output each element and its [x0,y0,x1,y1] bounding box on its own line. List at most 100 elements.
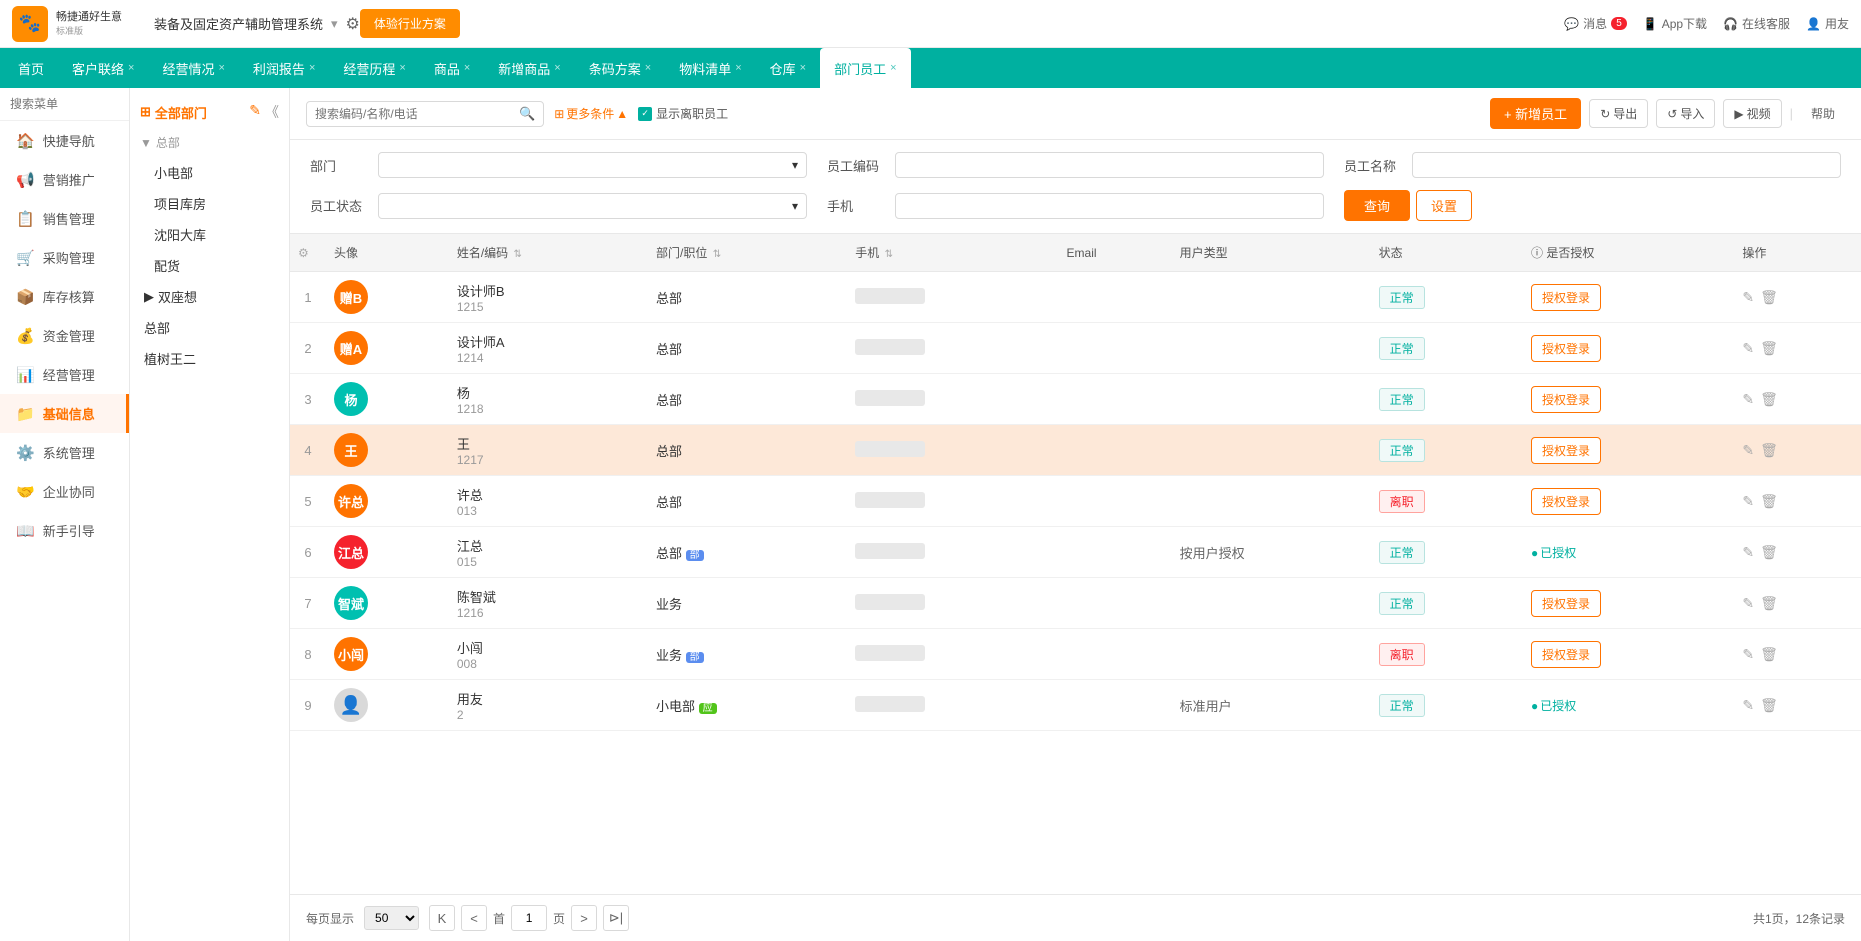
tree-item-distribution[interactable]: 配货 [130,250,289,281]
sidebar-search-input[interactable] [10,97,130,111]
app-download-btn[interactable]: 📱 App下载 [1643,15,1707,32]
close-icon[interactable]: × [645,62,651,74]
sidebar-item-system[interactable]: ⚙️ 系统管理 [0,433,129,472]
auth-login-button[interactable]: 授权登录 [1531,437,1601,464]
delete-icon[interactable]: 🗑 [1760,340,1778,357]
delete-icon[interactable]: 🗑 [1760,595,1778,612]
col-settings-header[interactable]: ⚙ [290,234,326,272]
close-icon-dept[interactable]: × [890,62,896,74]
col-phone[interactable]: 手机 ⇅ [847,234,1058,272]
nav-tab-goods[interactable]: 商品 × [420,48,484,88]
nav-tab-home[interactable]: 首页 [4,48,58,88]
view-button[interactable]: ▶ 视频 [1723,99,1781,128]
per-page-select[interactable]: 50 100 [364,906,419,930]
delete-icon[interactable]: 🗑 [1760,697,1778,714]
dept-select[interactable]: ▾ [378,152,807,178]
search-input[interactable] [315,107,515,121]
edit-icon[interactable]: ✎ [1742,544,1754,561]
show-resigned-checkbox[interactable]: ✓ [638,107,652,121]
page-number-input[interactable] [511,905,547,931]
nav-tab-operation-status[interactable]: 经营情况 × [148,48,238,88]
tree-item-expand-double[interactable]: ▶ 双座想 [130,281,289,312]
close-icon[interactable]: × [399,62,405,74]
auth-login-button[interactable]: 授权登录 [1531,641,1601,668]
auth-login-button[interactable]: 授权登录 [1531,386,1601,413]
tree-expand-icon[interactable]: ▼ [140,136,152,150]
query-button[interactable]: 查询 [1344,190,1410,221]
sidebar-item-operation[interactable]: 📊 经营管理 [0,355,129,394]
nav-tab-add-goods[interactable]: 新增商品 × [484,48,574,88]
emp-name-input[interactable] [1412,152,1841,178]
dept-edit-icon[interactable]: ✎ [249,102,261,122]
edit-icon[interactable]: ✎ [1742,442,1754,459]
sidebar-item-purchase[interactable]: 🛒 采购管理 [0,238,129,277]
delete-icon[interactable]: 🗑 [1760,646,1778,663]
nav-tab-profit[interactable]: 利润报告 × [239,48,329,88]
online-service-btn[interactable]: 🎧 在线客服 [1723,15,1790,32]
last-page-btn[interactable]: ⊳| [603,905,629,931]
col-name-code[interactable]: 姓名/编码 ⇅ [449,234,648,272]
close-icon[interactable]: × [554,62,560,74]
prev-page-btn[interactable]: < [461,905,487,931]
next-page-btn[interactable]: > [571,905,597,931]
delete-icon[interactable]: 🗑 [1760,391,1778,408]
close-icon[interactable]: × [218,62,224,74]
trial-button[interactable]: 体验行业方案 [360,9,460,38]
export-button[interactable]: ↻ 导出 [1589,99,1648,128]
edit-icon[interactable]: ✎ [1742,391,1754,408]
col-dept-position[interactable]: 部门/职位 ⇅ [648,234,847,272]
emp-status-select[interactable]: ▾ [378,193,807,219]
nav-tab-customer[interactable]: 客户联络 × [58,48,148,88]
tree-item-shenyang[interactable]: 沈阳大库 [130,219,289,250]
first-page-btn[interactable]: K [429,905,455,931]
sidebar-item-cooperation[interactable]: 🤝 企业协同 [0,472,129,511]
more-conditions-btn[interactable]: ⊞ 更多条件 ▲ [554,105,628,122]
delete-icon[interactable]: 🗑 [1760,442,1778,459]
import-button[interactable]: ↺ 导入 [1656,99,1715,128]
add-employee-button[interactable]: + 新增员工 [1490,98,1581,129]
dropdown-icon[interactable]: ▾ [331,16,338,32]
phone-input[interactable] [895,193,1324,219]
sidebar-item-basic-info[interactable]: 📁 基础信息 [0,394,129,433]
tree-expand-icon2[interactable]: ▶ [144,289,154,305]
edit-icon[interactable]: ✎ [1742,646,1754,663]
sidebar-item-quick-nav[interactable]: 🏠 快捷导航 [0,121,129,160]
delete-icon[interactable]: 🗑 [1760,544,1778,561]
delete-icon[interactable]: 🗑 [1760,493,1778,510]
sidebar-item-sales[interactable]: 📋 销售管理 [0,199,129,238]
nav-tab-dept-staff[interactable]: 部门员工 × [820,48,910,88]
close-icon[interactable]: × [309,62,315,74]
close-icon[interactable]: × [735,62,741,74]
help-button[interactable]: 帮助 [1801,100,1845,127]
gear-icon[interactable]: ⚙ [346,14,360,34]
message-btn[interactable]: 💬 消息 5 [1564,15,1627,32]
nav-tab-barcode[interactable]: 条码方案 × [575,48,665,88]
auth-login-button[interactable]: 授权登录 [1531,488,1601,515]
tree-item-plant-tree[interactable]: 植树王二 [130,343,289,374]
delete-icon[interactable]: 🗑 [1760,289,1778,306]
nav-tab-warehouse[interactable]: 仓库 × [756,48,820,88]
edit-icon[interactable]: ✎ [1742,340,1754,357]
tree-item-project-storage[interactable]: 项目库房 [130,188,289,219]
dept-collapse-icon[interactable]: 《 [265,102,279,122]
emp-code-input[interactable] [895,152,1324,178]
edit-icon[interactable]: ✎ [1742,493,1754,510]
edit-icon[interactable]: ✎ [1742,289,1754,306]
nav-tab-operation-history[interactable]: 经营历程 × [329,48,419,88]
close-icon[interactable]: × [464,62,470,74]
tree-item-headquarters[interactable]: 总部 [130,312,289,343]
nav-tab-bom[interactable]: 物料清单 × [665,48,755,88]
col-settings-icon[interactable]: ⚙ [298,246,309,260]
sidebar-item-guide[interactable]: 📖 新手引导 [0,511,129,550]
close-icon[interactable]: × [128,62,134,74]
sidebar-item-finance[interactable]: 💰 资金管理 [0,316,129,355]
user-btn[interactable]: 👤 用友 [1806,15,1849,32]
set-button[interactable]: 设置 [1416,190,1472,221]
sidebar-item-marketing[interactable]: 📢 营销推广 [0,160,129,199]
auth-login-button[interactable]: 授权登录 [1531,284,1601,311]
edit-icon[interactable]: ✎ [1742,595,1754,612]
edit-icon[interactable]: ✎ [1742,697,1754,714]
auth-login-button[interactable]: 授权登录 [1531,590,1601,617]
sidebar-item-inventory[interactable]: 📦 库存核算 [0,277,129,316]
auth-login-button[interactable]: 授权登录 [1531,335,1601,362]
